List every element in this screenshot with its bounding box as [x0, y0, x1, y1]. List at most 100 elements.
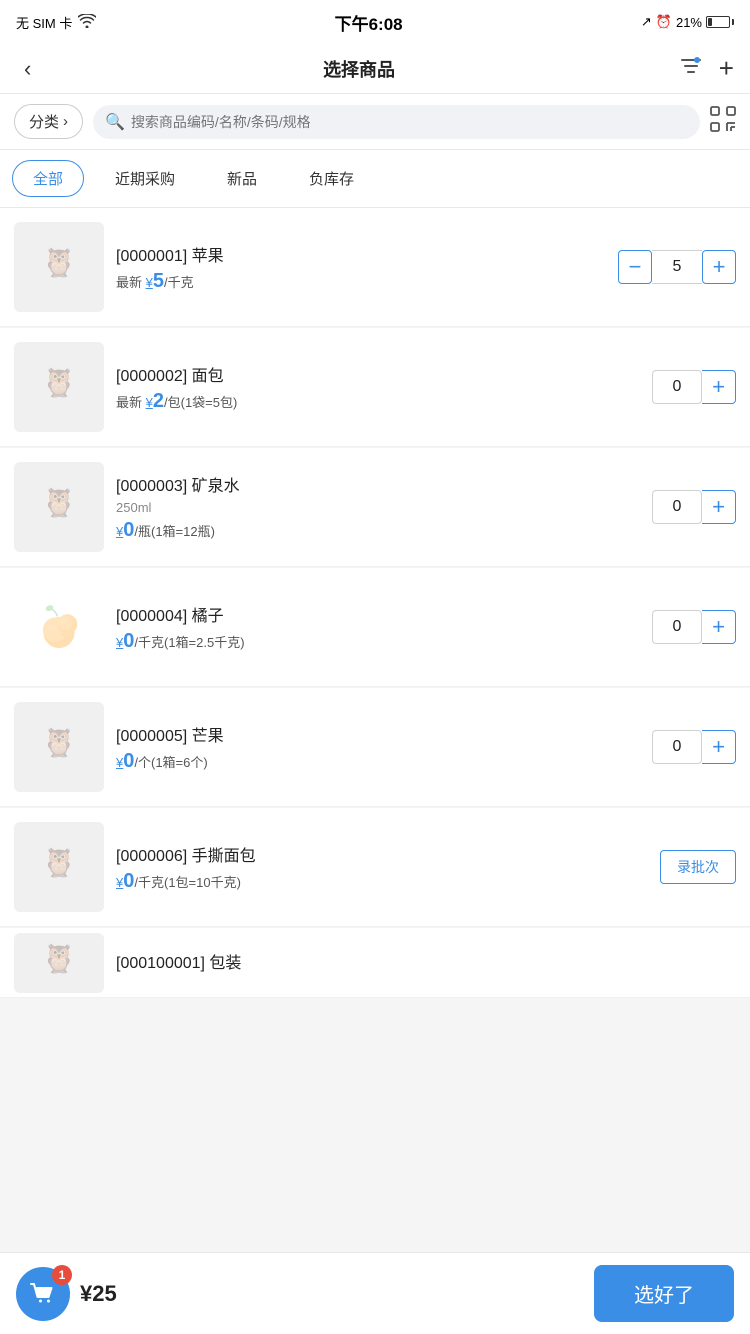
filter-bar: 分类 › 🔍 [0, 94, 750, 150]
qty-control-6: 录批次 [660, 850, 736, 884]
product-info-7: [000100001] 包装 [116, 949, 736, 977]
product-name-3: [0000003] 矿泉水 [116, 472, 640, 496]
svg-text:🦉: 🦉 [42, 367, 77, 399]
carrier-label: 无 SIM 卡 [16, 13, 72, 32]
product-info-4: [0000004] 橘子 ¥0/千克(1箱=2.5千克) [116, 602, 640, 653]
qty-plus-1[interactable]: + [702, 250, 736, 284]
price-latest-label-2: 最新 [116, 395, 146, 410]
battery-label: 21% [676, 15, 702, 30]
qty-input-3[interactable] [652, 490, 702, 524]
search-icon: 🔍 [105, 112, 125, 132]
tab-bar: 全部 近期采购 新品 负库存 [0, 150, 750, 208]
status-left: 无 SIM 卡 [16, 13, 96, 32]
qty-control-5: + [652, 730, 736, 764]
price-value-4: 0 [123, 630, 134, 652]
alarm-icon: ⏰ [656, 14, 672, 30]
cart-icon-button[interactable]: 1 [16, 1267, 70, 1321]
back-button[interactable]: ‹ [16, 48, 39, 90]
product-spec-3: 250ml [116, 500, 640, 515]
product-info-5: [0000005] 芒果 ¥0/个(1箱=6个) [116, 722, 640, 773]
list-item: [0000004] 橘子 ¥0/千克(1箱=2.5千克) + [0, 568, 750, 687]
qty-minus-1[interactable]: − [618, 250, 652, 284]
qty-plus-5[interactable]: + [702, 730, 736, 764]
product-name-7: [000100001] 包装 [116, 949, 736, 973]
product-image-2: 🦉 [14, 342, 104, 432]
search-input[interactable] [131, 114, 688, 130]
qty-input-5[interactable] [652, 730, 702, 764]
wifi-icon [78, 14, 96, 31]
product-price-4: ¥0/千克(1箱=2.5千克) [116, 630, 640, 653]
qty-plus-4[interactable]: + [702, 610, 736, 644]
list-item: 🦉 [0000005] 芒果 ¥0/个(1箱=6个) + [0, 688, 750, 807]
product-name-5: [0000005] 芒果 [116, 722, 640, 746]
price-latest-label: 最新 [116, 275, 146, 290]
tab-negative[interactable]: 负库存 [288, 160, 375, 197]
price-value-5: 0 [123, 750, 134, 772]
qty-input-4[interactable] [652, 610, 702, 644]
product-price-1: 最新 ¥5/千克 [116, 270, 606, 293]
product-image-6: 🦉 [14, 822, 104, 912]
list-item: 🦉 [0000001] 苹果 最新 ¥5/千克 − + [0, 208, 750, 327]
qty-input-1[interactable] [652, 250, 702, 284]
qty-control-3: + [652, 490, 736, 524]
battery-icon [706, 16, 734, 28]
product-info-6: [0000006] 手撕面包 ¥0/千克(1包=10千克) [116, 842, 648, 893]
svg-text:🦉: 🦉 [42, 487, 77, 519]
cart-badge: 1 [52, 1265, 72, 1285]
list-item-partial: 🦉 [000100001] 包装 [0, 928, 750, 998]
product-price-2: 最新 ¥2/包(1袋=5包) [116, 390, 640, 413]
svg-text:🦉: 🦉 [42, 943, 77, 975]
category-label: 分类 [29, 111, 59, 132]
status-time: 下午6:08 [335, 10, 403, 35]
confirm-button[interactable]: 选好了 [594, 1265, 734, 1322]
tab-all[interactable]: 全部 [12, 160, 84, 197]
svg-text:🦉: 🦉 [42, 247, 77, 279]
qty-control-4: + [652, 610, 736, 644]
product-image-4 [14, 582, 104, 672]
product-price-6: ¥0/千克(1包=10千克) [116, 870, 648, 893]
status-right: ↗ ⏰ 21% [641, 14, 734, 30]
record-batch-button[interactable]: 录批次 [660, 850, 736, 884]
list-item: 🦉 [0000006] 手撕面包 ¥0/千克(1包=10千克) 录批次 [0, 808, 750, 927]
product-image-5: 🦉 [14, 702, 104, 792]
product-info-1: [0000001] 苹果 最新 ¥5/千克 [116, 242, 606, 293]
price-value-6: 0 [123, 870, 134, 892]
product-info-2: [0000002] 面包 最新 ¥2/包(1袋=5包) [116, 362, 640, 413]
product-info-3: [0000003] 矿泉水 250ml ¥0/瓶(1箱=12瓶) [116, 472, 640, 542]
add-button[interactable]: + [719, 53, 734, 84]
search-box: 🔍 [93, 105, 700, 139]
filter-icon[interactable] [679, 55, 703, 83]
category-chevron: › [63, 113, 68, 130]
product-name-1: [0000001] 苹果 [116, 242, 606, 266]
price-value-3: 0 [123, 519, 134, 541]
svg-text:🦉: 🦉 [42, 727, 77, 759]
product-image-1: 🦉 [14, 222, 104, 312]
list-item: 🦉 [0000002] 面包 最新 ¥2/包(1袋=5包) + [0, 328, 750, 447]
svg-text:🦉: 🦉 [42, 847, 77, 879]
scan-barcode-button[interactable] [710, 106, 736, 138]
qty-control-2: + [652, 370, 736, 404]
product-image-7: 🦉 [14, 933, 104, 993]
category-button[interactable]: 分类 › [14, 104, 83, 139]
page-title: 选择商品 [323, 56, 395, 82]
price-value-2: 2 [153, 390, 164, 412]
qty-input-2[interactable] [652, 370, 702, 404]
product-name-6: [0000006] 手撕面包 [116, 842, 648, 866]
cart-area: 1 ¥25 [16, 1267, 594, 1321]
qty-plus-2[interactable]: + [702, 370, 736, 404]
product-price-3: ¥0/瓶(1箱=12瓶) [116, 519, 640, 542]
qty-plus-3[interactable]: + [702, 490, 736, 524]
list-item: 🦉 [0000003] 矿泉水 250ml ¥0/瓶(1箱=12瓶) + [0, 448, 750, 567]
product-image-3: 🦉 [14, 462, 104, 552]
product-name-4: [0000004] 橘子 [116, 602, 640, 626]
qty-control-1: − + [618, 250, 736, 284]
tab-recent[interactable]: 近期采购 [94, 160, 196, 197]
product-price-5: ¥0/个(1箱=6个) [116, 750, 640, 773]
nav-actions: + [679, 53, 734, 84]
bottom-bar: 1 ¥25 选好了 [0, 1252, 750, 1334]
product-name-2: [0000002] 面包 [116, 362, 640, 386]
location-icon: ↗ [641, 14, 652, 30]
cart-total-price: ¥25 [80, 1281, 117, 1307]
status-bar: 无 SIM 卡 下午6:08 ↗ ⏰ 21% [0, 0, 750, 44]
tab-new[interactable]: 新品 [206, 160, 278, 197]
